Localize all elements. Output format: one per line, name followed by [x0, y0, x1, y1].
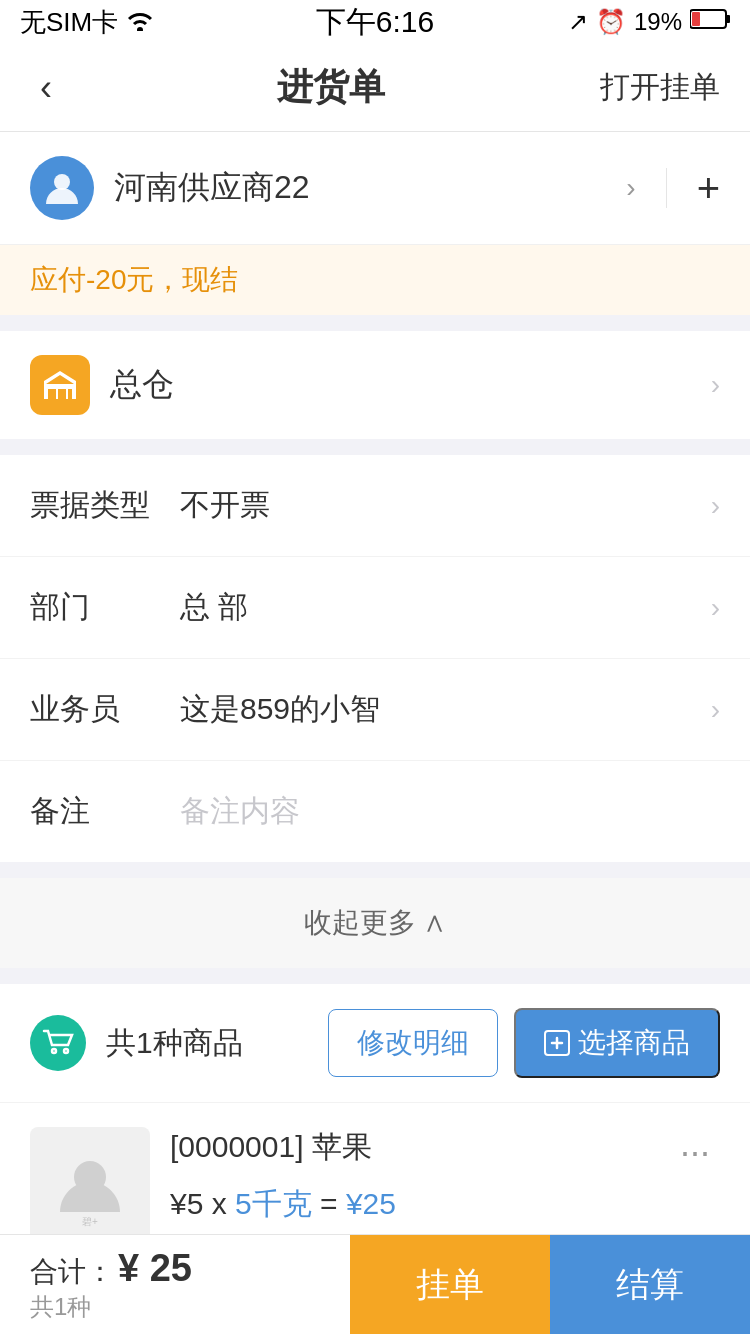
- notice-bar: 应付-20元，现结: [0, 245, 750, 315]
- location-icon: ↗: [568, 8, 588, 36]
- supplier-add-button[interactable]: +: [697, 166, 720, 211]
- status-bar-right: ↗ ⏰ 19%: [568, 8, 730, 36]
- total-price: ¥25: [346, 1187, 396, 1220]
- products-count: 共1种商品: [106, 1023, 328, 1064]
- collapse-button[interactable]: 收起更多 ∧: [0, 878, 750, 968]
- invoice-type-value: 不开票: [180, 485, 711, 526]
- product-price: ¥5 x 5千克 = ¥25: [170, 1184, 650, 1225]
- select-product-label: 选择商品: [578, 1024, 690, 1062]
- supplier-row[interactable]: 河南供应商22 › +: [0, 132, 750, 245]
- salesperson-row[interactable]: 业务员 这是859的小智 ›: [0, 659, 750, 761]
- total-amount: ¥ 25: [118, 1247, 192, 1290]
- invoice-type-row[interactable]: 票据类型 不开票 ›: [0, 455, 750, 557]
- back-button[interactable]: ‹: [30, 57, 62, 119]
- product-name: [0000001] 苹果: [170, 1127, 650, 1168]
- products-icon: [30, 1015, 86, 1071]
- product-more-button[interactable]: ···: [670, 1127, 720, 1177]
- department-row[interactable]: 部门 总 部 ›: [0, 557, 750, 659]
- svg-rect-1: [726, 15, 730, 23]
- form-section: 票据类型 不开票 › 部门 总 部 › 业务员 这是859的小智 › 备注 备注…: [0, 455, 750, 862]
- salesperson-chevron-icon: ›: [711, 694, 720, 726]
- unit-price: ¥5 x: [170, 1187, 235, 1220]
- product-info: [0000001] 苹果 ¥5 x 5千克 = ¥25: [170, 1127, 650, 1225]
- supplier-section: 河南供应商22 › + 应付-20元，现结: [0, 132, 750, 315]
- status-bar-left: 无SIM卡: [20, 5, 154, 40]
- product-id: [0000001]: [170, 1130, 312, 1163]
- status-bar-time: 下午6:16: [316, 2, 434, 43]
- supplier-chevron-icon: ›: [626, 172, 635, 204]
- status-bar: 无SIM卡 下午6:16 ↗ ⏰ 19%: [0, 0, 750, 44]
- warehouse-section[interactable]: 总仓 ›: [0, 331, 750, 439]
- battery-icon: [690, 8, 730, 36]
- collapse-label: 收起更多 ∧: [304, 904, 447, 942]
- supplier-avatar: [30, 156, 94, 220]
- quantity: 5千克: [235, 1187, 312, 1220]
- product-title: 苹果: [312, 1130, 372, 1163]
- product-thumbnail: 碧+: [30, 1127, 150, 1247]
- svg-text:碧+: 碧+: [82, 1216, 98, 1227]
- equals: =: [312, 1187, 346, 1220]
- open-hold-button[interactable]: 打开挂单: [600, 67, 720, 108]
- remark-placeholder: 备注内容: [180, 791, 720, 832]
- products-section: 共1种商品 修改明细 选择商品 碧+ [0000001] 苹果 ¥5 x 5千克…: [0, 984, 750, 1271]
- warehouse-icon: [30, 355, 90, 415]
- svg-point-3: [54, 174, 70, 190]
- hold-button[interactable]: 挂单: [350, 1235, 550, 1335]
- alarm-icon: ⏰: [596, 8, 626, 36]
- department-chevron-icon: ›: [711, 592, 720, 624]
- remark-label: 备注: [30, 791, 160, 832]
- settle-button[interactable]: 结算: [550, 1235, 750, 1335]
- products-header: 共1种商品 修改明细 选择商品: [0, 984, 750, 1103]
- bottom-bar: 合计： ¥ 25 共1种 挂单 结算: [0, 1234, 750, 1334]
- battery-label: 19%: [634, 8, 682, 36]
- wifi-icon: [126, 7, 154, 38]
- total-label: 合计：: [30, 1253, 114, 1291]
- select-product-button[interactable]: 选择商品: [514, 1008, 720, 1078]
- total-sub-label: 共1种: [30, 1291, 320, 1323]
- invoice-type-chevron-icon: ›: [711, 490, 720, 522]
- department-value: 总 部: [180, 587, 711, 628]
- carrier-label: 无SIM卡: [20, 5, 118, 40]
- supplier-divider: [666, 168, 667, 208]
- svg-rect-2: [692, 12, 700, 26]
- supplier-name: 河南供应商22: [114, 166, 626, 210]
- salesperson-label: 业务员: [30, 689, 160, 730]
- remark-row[interactable]: 备注 备注内容: [0, 761, 750, 862]
- page-title: 进货单: [277, 63, 385, 112]
- salesperson-value: 这是859的小智: [180, 689, 711, 730]
- warehouse-name: 总仓: [110, 363, 711, 407]
- department-label: 部门: [30, 587, 160, 628]
- warehouse-chevron-icon: ›: [711, 369, 720, 401]
- modify-detail-button[interactable]: 修改明细: [328, 1009, 498, 1077]
- nav-bar: ‹ 进货单 打开挂单: [0, 44, 750, 132]
- invoice-type-label: 票据类型: [30, 485, 160, 526]
- total-section: 合计： ¥ 25 共1种: [0, 1247, 350, 1323]
